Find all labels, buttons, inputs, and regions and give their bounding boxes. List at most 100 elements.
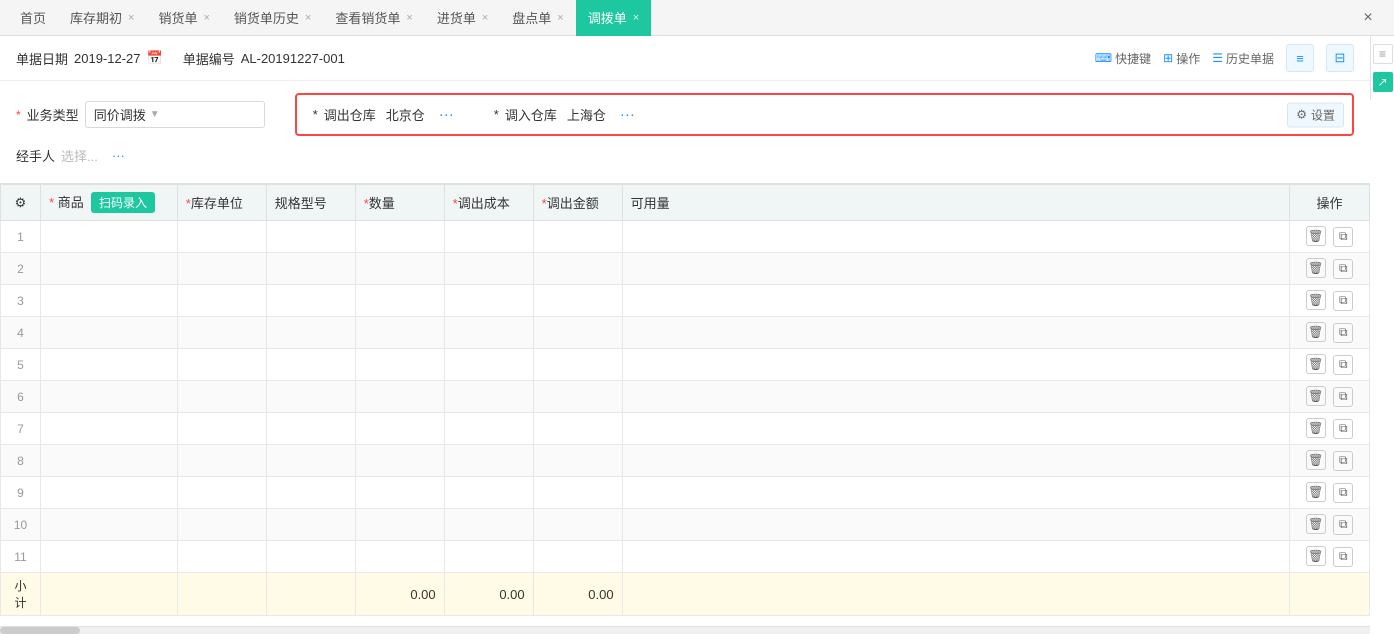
row-unit[interactable] xyxy=(177,509,266,541)
tab-stock-init[interactable]: 库存期初 × xyxy=(58,0,146,36)
row-qty[interactable] xyxy=(355,445,444,477)
row-amount[interactable] xyxy=(533,285,622,317)
row-cost[interactable] xyxy=(444,349,533,381)
row-unit[interactable] xyxy=(177,285,266,317)
copy-icon[interactable]: ⧉ xyxy=(1333,259,1353,279)
row-unit[interactable] xyxy=(177,221,266,253)
row-unit[interactable] xyxy=(177,253,266,285)
row-unit[interactable] xyxy=(177,317,266,349)
copy-icon[interactable]: ⧉ xyxy=(1333,323,1353,343)
row-spec[interactable] xyxy=(266,477,355,509)
row-spec[interactable] xyxy=(266,381,355,413)
row-cost[interactable] xyxy=(444,541,533,573)
row-amount[interactable] xyxy=(533,477,622,509)
tab-sale-order-close[interactable]: × xyxy=(203,12,209,24)
copy-icon[interactable]: ⧉ xyxy=(1333,227,1353,247)
row-goods[interactable] xyxy=(41,317,178,349)
tab-purchase[interactable]: 进货单 × xyxy=(425,0,500,36)
row-spec[interactable] xyxy=(266,541,355,573)
row-amount[interactable] xyxy=(533,381,622,413)
row-goods[interactable] xyxy=(41,349,178,381)
layout-list-button[interactable]: ≡ xyxy=(1286,44,1314,72)
tab-sale-history[interactable]: 销货单历史 × xyxy=(222,0,323,36)
copy-icon[interactable]: ⧉ xyxy=(1333,291,1353,311)
row-available[interactable] xyxy=(622,541,1289,573)
row-cost[interactable] xyxy=(444,445,533,477)
row-qty[interactable] xyxy=(355,317,444,349)
tab-sale-history-close[interactable]: × xyxy=(305,12,311,24)
row-unit[interactable] xyxy=(177,413,266,445)
person-placeholder[interactable]: 选择... xyxy=(61,146,98,165)
row-available[interactable] xyxy=(622,413,1289,445)
row-available[interactable] xyxy=(622,221,1289,253)
copy-icon[interactable]: ⧉ xyxy=(1333,451,1353,471)
person-more[interactable]: ··· xyxy=(112,148,125,163)
tab-transfer-close[interactable]: × xyxy=(633,12,639,24)
tab-home[interactable]: 首页 xyxy=(8,0,58,36)
delete-icon[interactable]: 🗑 xyxy=(1306,482,1326,502)
row-qty[interactable] xyxy=(355,413,444,445)
biz-type-select[interactable]: 同价调拨 ▼ xyxy=(85,101,265,128)
row-cost[interactable] xyxy=(444,317,533,349)
settings-button[interactable]: ⚙ 设置 xyxy=(1287,102,1344,127)
copy-icon[interactable]: ⧉ xyxy=(1333,483,1353,503)
row-qty[interactable] xyxy=(355,477,444,509)
row-available[interactable] xyxy=(622,509,1289,541)
tab-stock-init-close[interactable]: × xyxy=(128,12,134,24)
delete-icon[interactable]: 🗑 xyxy=(1306,386,1326,406)
row-qty[interactable] xyxy=(355,349,444,381)
row-goods[interactable] xyxy=(41,221,178,253)
tab-sale-order[interactable]: 销货单 × xyxy=(146,0,221,36)
row-available[interactable] xyxy=(622,253,1289,285)
row-qty[interactable] xyxy=(355,253,444,285)
delete-icon[interactable]: 🗑 xyxy=(1306,258,1326,278)
layout-grid-button[interactable]: ⊟ xyxy=(1326,44,1354,72)
row-amount[interactable] xyxy=(533,445,622,477)
row-available[interactable] xyxy=(622,445,1289,477)
row-spec[interactable] xyxy=(266,349,355,381)
row-amount[interactable] xyxy=(533,221,622,253)
row-amount[interactable] xyxy=(533,253,622,285)
row-spec[interactable] xyxy=(266,317,355,349)
delete-icon[interactable]: 🗑 xyxy=(1306,322,1326,342)
row-available[interactable] xyxy=(622,285,1289,317)
copy-icon[interactable]: ⧉ xyxy=(1333,387,1353,407)
row-qty[interactable] xyxy=(355,509,444,541)
in-warehouse-more[interactable]: ··· xyxy=(620,106,635,123)
delete-icon[interactable]: 🗑 xyxy=(1306,546,1326,566)
row-qty[interactable] xyxy=(355,381,444,413)
row-spec[interactable] xyxy=(266,413,355,445)
row-amount[interactable] xyxy=(533,541,622,573)
row-cost[interactable] xyxy=(444,509,533,541)
row-goods[interactable] xyxy=(41,509,178,541)
scan-input-button[interactable]: 扫码录入 xyxy=(91,192,155,213)
scrollbar-thumb[interactable] xyxy=(0,627,80,634)
horizontal-scrollbar[interactable] xyxy=(0,626,1370,634)
row-amount[interactable] xyxy=(533,349,622,381)
row-goods[interactable] xyxy=(41,541,178,573)
shortcuts-button[interactable]: ⌨ 快捷键 xyxy=(1095,50,1151,67)
copy-icon[interactable]: ⧉ xyxy=(1333,515,1353,535)
tab-view-sale[interactable]: 查看销货单 × xyxy=(323,0,424,36)
out-warehouse-more[interactable]: ··· xyxy=(439,106,454,123)
copy-icon[interactable]: ⧉ xyxy=(1333,419,1353,439)
row-cost[interactable] xyxy=(444,381,533,413)
sidebar-list-icon[interactable]: ≡ xyxy=(1373,44,1393,64)
row-amount[interactable] xyxy=(533,317,622,349)
delete-icon[interactable]: 🗑 xyxy=(1306,450,1326,470)
row-qty[interactable] xyxy=(355,221,444,253)
tab-view-sale-close[interactable]: × xyxy=(406,12,412,24)
row-qty[interactable] xyxy=(355,541,444,573)
ops-button[interactable]: ⊞ 操作 xyxy=(1163,50,1200,67)
row-qty[interactable] xyxy=(355,285,444,317)
delete-icon[interactable]: 🗑 xyxy=(1306,514,1326,534)
row-cost[interactable] xyxy=(444,413,533,445)
row-cost[interactable] xyxy=(444,285,533,317)
row-goods[interactable] xyxy=(41,253,178,285)
row-available[interactable] xyxy=(622,317,1289,349)
sidebar-export-icon[interactable]: ↗ xyxy=(1373,72,1393,92)
row-unit[interactable] xyxy=(177,349,266,381)
delete-icon[interactable]: 🗑 xyxy=(1306,226,1326,246)
copy-icon[interactable]: ⧉ xyxy=(1333,355,1353,375)
row-spec[interactable] xyxy=(266,253,355,285)
